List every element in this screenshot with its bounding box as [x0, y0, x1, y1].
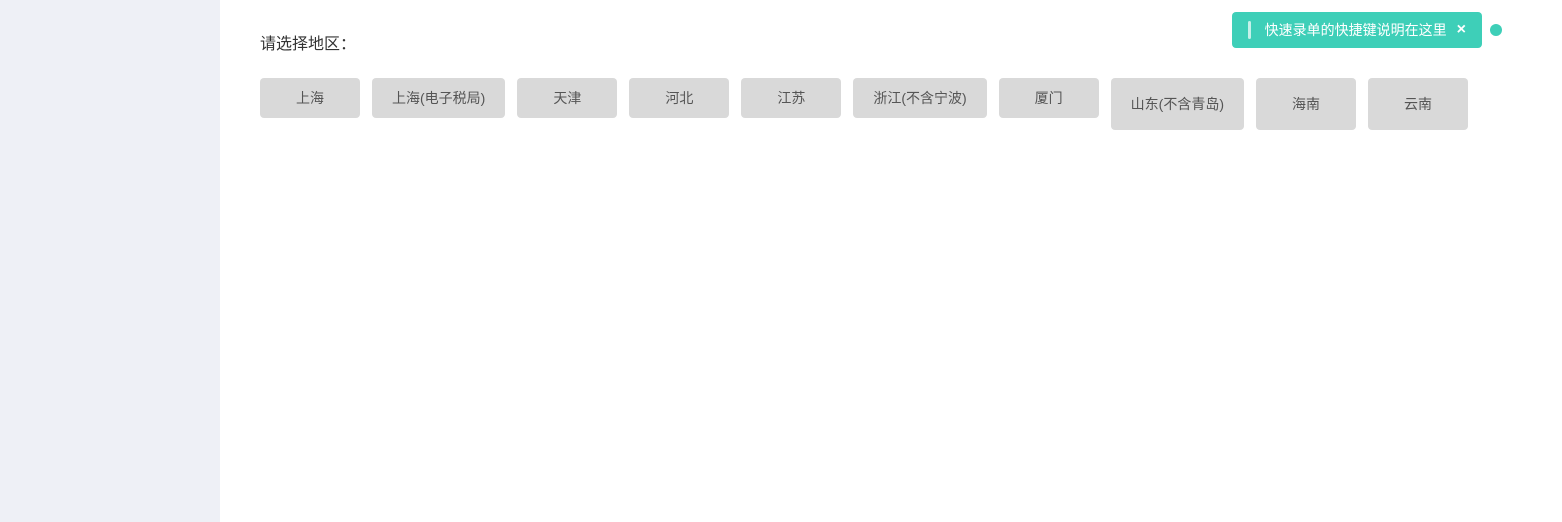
- region-btn-xiamen[interactable]: 厦门: [999, 78, 1099, 118]
- tooltip-text: 快速录单的快捷键说明在这里: [1265, 20, 1447, 40]
- region-btn-hebei[interactable]: 河北: [629, 78, 729, 118]
- region-btn-hainan[interactable]: 海南: [1256, 78, 1356, 130]
- region-btn-jiangsu[interactable]: 江苏: [741, 78, 841, 118]
- region-buttons: 上海上海(电子税局) 天津河北江苏浙江(不含宁波) 厦门 山东(不含青岛)海南云南: [260, 78, 1522, 130]
- region-btn-shandong[interactable]: 山东(不含青岛): [1111, 78, 1244, 130]
- tooltip-container: 快速录单的快捷键说明在这里 ×: [1232, 12, 1502, 48]
- region-btn-shanghai[interactable]: 上海: [260, 78, 360, 118]
- tooltip-close-button[interactable]: ×: [1457, 22, 1466, 38]
- main-content: 请选择地区： 上海上海(电子税局)天津河北江苏浙江(不含宁波)厦门 山东(不含青…: [220, 0, 1562, 522]
- sidebar: [0, 0, 220, 522]
- tooltip-dot: [1490, 24, 1502, 36]
- region-btn-tianjin[interactable]: 天津: [517, 78, 617, 118]
- region-btn-zhejiang[interactable]: 浙江(不含宁波): [853, 78, 986, 118]
- region-row-1: 上海上海(电子税局) 天津河北江苏浙江(不含宁波) 厦门: [260, 78, 1099, 118]
- tooltip-bubble: 快速录单的快捷键说明在这里 ×: [1232, 12, 1482, 48]
- region-row-2: 山东(不含青岛)海南云南: [1111, 78, 1468, 130]
- region-btn-yunnan[interactable]: 云南: [1368, 78, 1468, 130]
- region-btn-shanghai-etax[interactable]: 上海(电子税局): [372, 78, 505, 118]
